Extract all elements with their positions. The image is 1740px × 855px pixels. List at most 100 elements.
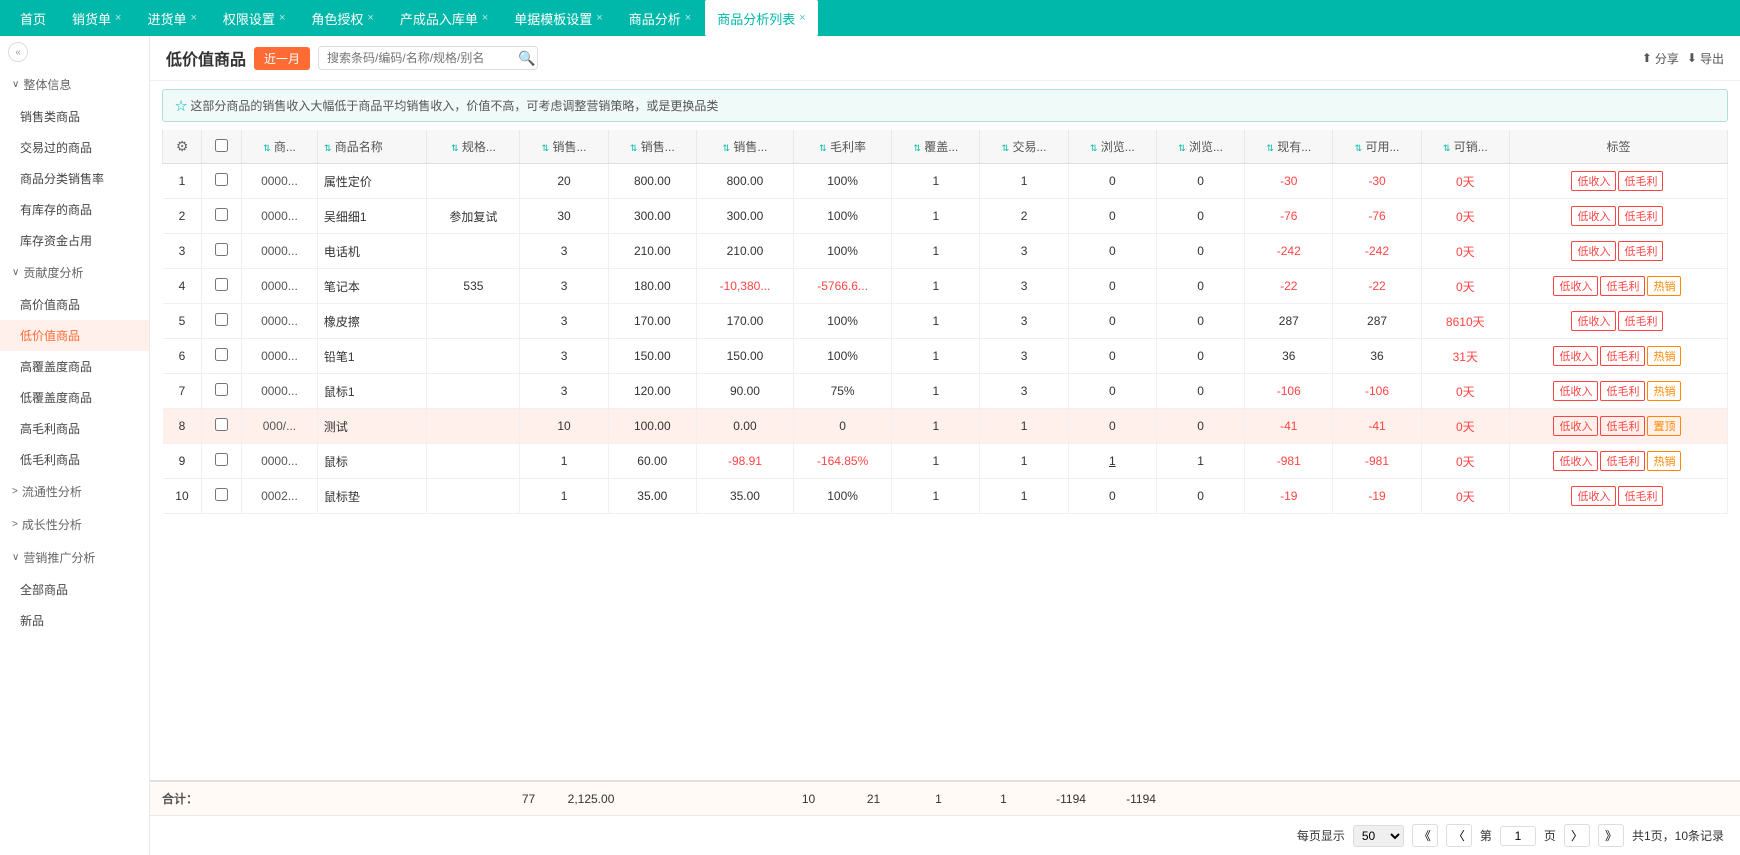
sidebar-item-new-products[interactable]: 新品 xyxy=(0,605,149,636)
footer-values: 77 2,125.00 10 21 1 1 -1194 -1194 xyxy=(206,792,1728,806)
cell-code: 000/... xyxy=(242,409,318,444)
table-row: 7 0000... 鼠标1 3 120.00 90.00 75% 1 3 0 0… xyxy=(163,374,1728,409)
search-input[interactable] xyxy=(318,46,538,70)
sidebar-item-high-value[interactable]: 高价值商品 xyxy=(0,289,149,320)
cell-check[interactable] xyxy=(202,269,242,304)
cell-check[interactable] xyxy=(202,304,242,339)
sidebar-item-all-products[interactable]: 全部商品 xyxy=(0,574,149,605)
sidebar-item-category-rate[interactable]: 商品分类销售率 xyxy=(0,163,149,194)
cell-num: 6 xyxy=(163,339,202,374)
nav-home[interactable]: 首页 xyxy=(8,0,58,36)
th-code[interactable]: ⇅ 商... xyxy=(242,130,318,164)
th-spec[interactable]: ⇅ 规格... xyxy=(427,130,520,164)
row-checkbox[interactable] xyxy=(215,383,228,396)
th-browse1[interactable]: ⇅ 浏览... xyxy=(1068,130,1156,164)
cell-check[interactable] xyxy=(202,479,242,514)
nav-analysis[interactable]: 商品分析 × xyxy=(617,0,703,36)
tag: 低毛利 xyxy=(1618,486,1663,506)
filter-button[interactable]: 近一月 xyxy=(254,47,310,70)
cell-tags: 低收入低毛利 xyxy=(1509,304,1727,339)
cell-trade: 1 xyxy=(980,479,1068,514)
tag: 低收入 xyxy=(1553,416,1598,436)
th-trade[interactable]: ⇅ 交易... xyxy=(980,130,1068,164)
sidebar-item-low-margin[interactable]: 低毛利商品 xyxy=(0,444,149,475)
sidebar-group-circulation[interactable]: > 流通性分析 xyxy=(0,475,149,508)
cell-check[interactable] xyxy=(202,339,242,374)
th-gross-rate[interactable]: ⇅ 毛利率 xyxy=(794,130,892,164)
sidebar-item-stock-capital[interactable]: 库存资金占用 xyxy=(0,225,149,256)
footer-spacer3 xyxy=(276,792,346,806)
nav-products[interactable]: 产成品入库单 × xyxy=(388,0,500,36)
first-page-button[interactable]: 《 xyxy=(1412,824,1438,847)
row-checkbox[interactable] xyxy=(215,418,228,431)
next-page-button[interactable]: 〉 xyxy=(1564,824,1590,847)
sidebar-item-traded[interactable]: 交易过的商品 xyxy=(0,132,149,163)
sidebar-item-high-margin[interactable]: 高毛利商品 xyxy=(0,413,149,444)
cell-check[interactable] xyxy=(202,199,242,234)
page-suffix-label: 页 xyxy=(1544,827,1556,844)
th-checkbox[interactable] xyxy=(202,130,242,164)
cell-check[interactable] xyxy=(202,409,242,444)
cell-check[interactable] xyxy=(202,234,242,269)
row-checkbox[interactable] xyxy=(215,173,228,186)
row-checkbox[interactable] xyxy=(215,488,228,501)
sidebar-collapse-btn[interactable]: « xyxy=(8,42,28,62)
cell-qty: 10 xyxy=(520,409,608,444)
current-page-input[interactable] xyxy=(1500,826,1536,846)
sidebar-item-high-coverage[interactable]: 高覆盖度商品 xyxy=(0,351,149,382)
settings-icon[interactable]: ⚙ xyxy=(176,138,189,154)
nav-sales[interactable]: 销货单 × xyxy=(60,0,133,36)
nav-templates[interactable]: 单据模板设置 × xyxy=(502,0,614,36)
th-sale-qty[interactable]: ⇅ 销售... xyxy=(520,130,608,164)
cell-browse2: 0 xyxy=(1156,164,1244,199)
th-stock-saleable[interactable]: ⇅ 可销... xyxy=(1421,130,1509,164)
th-stock-available[interactable]: ⇅ 可用... xyxy=(1333,130,1421,164)
row-checkbox[interactable] xyxy=(215,243,228,256)
cell-coverage: 1 xyxy=(892,339,980,374)
sidebar-group-contribution[interactable]: ∨ 贡献度分析 xyxy=(0,256,149,289)
cell-gross-rate: 100% xyxy=(794,164,892,199)
select-all-checkbox[interactable] xyxy=(215,139,228,152)
cell-tags: 低收入低毛利热销 xyxy=(1509,444,1727,479)
row-checkbox[interactable] xyxy=(215,453,228,466)
per-page-select[interactable]: 50 100 200 xyxy=(1353,825,1404,847)
th-sale-amount[interactable]: ⇅ 销售... xyxy=(608,130,696,164)
cell-gross-rate: 100% xyxy=(794,479,892,514)
cell-browse1[interactable]: 1 xyxy=(1068,444,1156,479)
row-checkbox[interactable] xyxy=(215,278,228,291)
th-settings[interactable]: ⚙ xyxy=(163,130,202,164)
nav-analysis-list[interactable]: 商品分析列表 × xyxy=(705,0,817,36)
search-submit-button[interactable]: 🔍 xyxy=(518,50,535,67)
row-checkbox[interactable] xyxy=(215,313,228,326)
nav-purchase[interactable]: 进货单 × xyxy=(135,0,208,36)
prev-page-button[interactable]: 〈 xyxy=(1446,824,1472,847)
sidebar-group-growth[interactable]: > 成长性分析 xyxy=(0,508,149,541)
cell-check[interactable] xyxy=(202,164,242,199)
sidebar-group-marketing[interactable]: ∨ 营销推广分析 xyxy=(0,541,149,574)
th-stock-current[interactable]: ⇅ 现有... xyxy=(1245,130,1333,164)
row-checkbox[interactable] xyxy=(215,208,228,221)
nav-permissions[interactable]: 权限设置 × xyxy=(211,0,297,36)
sidebar-group-overall[interactable]: ∨ 整体信息 xyxy=(0,68,149,101)
share-button[interactable]: ⬆ 分享 xyxy=(1642,50,1679,67)
th-browse2[interactable]: ⇅ 浏览... xyxy=(1156,130,1244,164)
last-page-button[interactable]: 》 xyxy=(1598,824,1624,847)
export-icon: ⬇ xyxy=(1687,51,1697,65)
th-name[interactable]: ⇅ 商品名称 xyxy=(317,130,427,164)
th-sale-profit[interactable]: ⇅ 销售... xyxy=(696,130,793,164)
nav-roles[interactable]: 角色授权 × xyxy=(299,0,385,36)
cell-browse2: 0 xyxy=(1156,374,1244,409)
sidebar-group-overall-label: 整体信息 xyxy=(23,76,71,93)
cell-qty: 3 xyxy=(520,234,608,269)
export-button[interactable]: ⬇ 导出 xyxy=(1687,50,1724,67)
sidebar-item-stock-products[interactable]: 有库存的商品 xyxy=(0,194,149,225)
sidebar-item-low-coverage[interactable]: 低覆盖度商品 xyxy=(0,382,149,413)
sidebar-item-sales-products[interactable]: 销售类商品 xyxy=(0,101,149,132)
row-checkbox[interactable] xyxy=(215,348,228,361)
cell-stock1: 36 xyxy=(1245,339,1333,374)
cell-check[interactable] xyxy=(202,444,242,479)
cell-check[interactable] xyxy=(202,374,242,409)
sidebar-item-low-value[interactable]: 低价值商品 xyxy=(0,320,149,351)
th-coverage[interactable]: ⇅ 覆盖... xyxy=(892,130,980,164)
cell-trade: 2 xyxy=(980,199,1068,234)
